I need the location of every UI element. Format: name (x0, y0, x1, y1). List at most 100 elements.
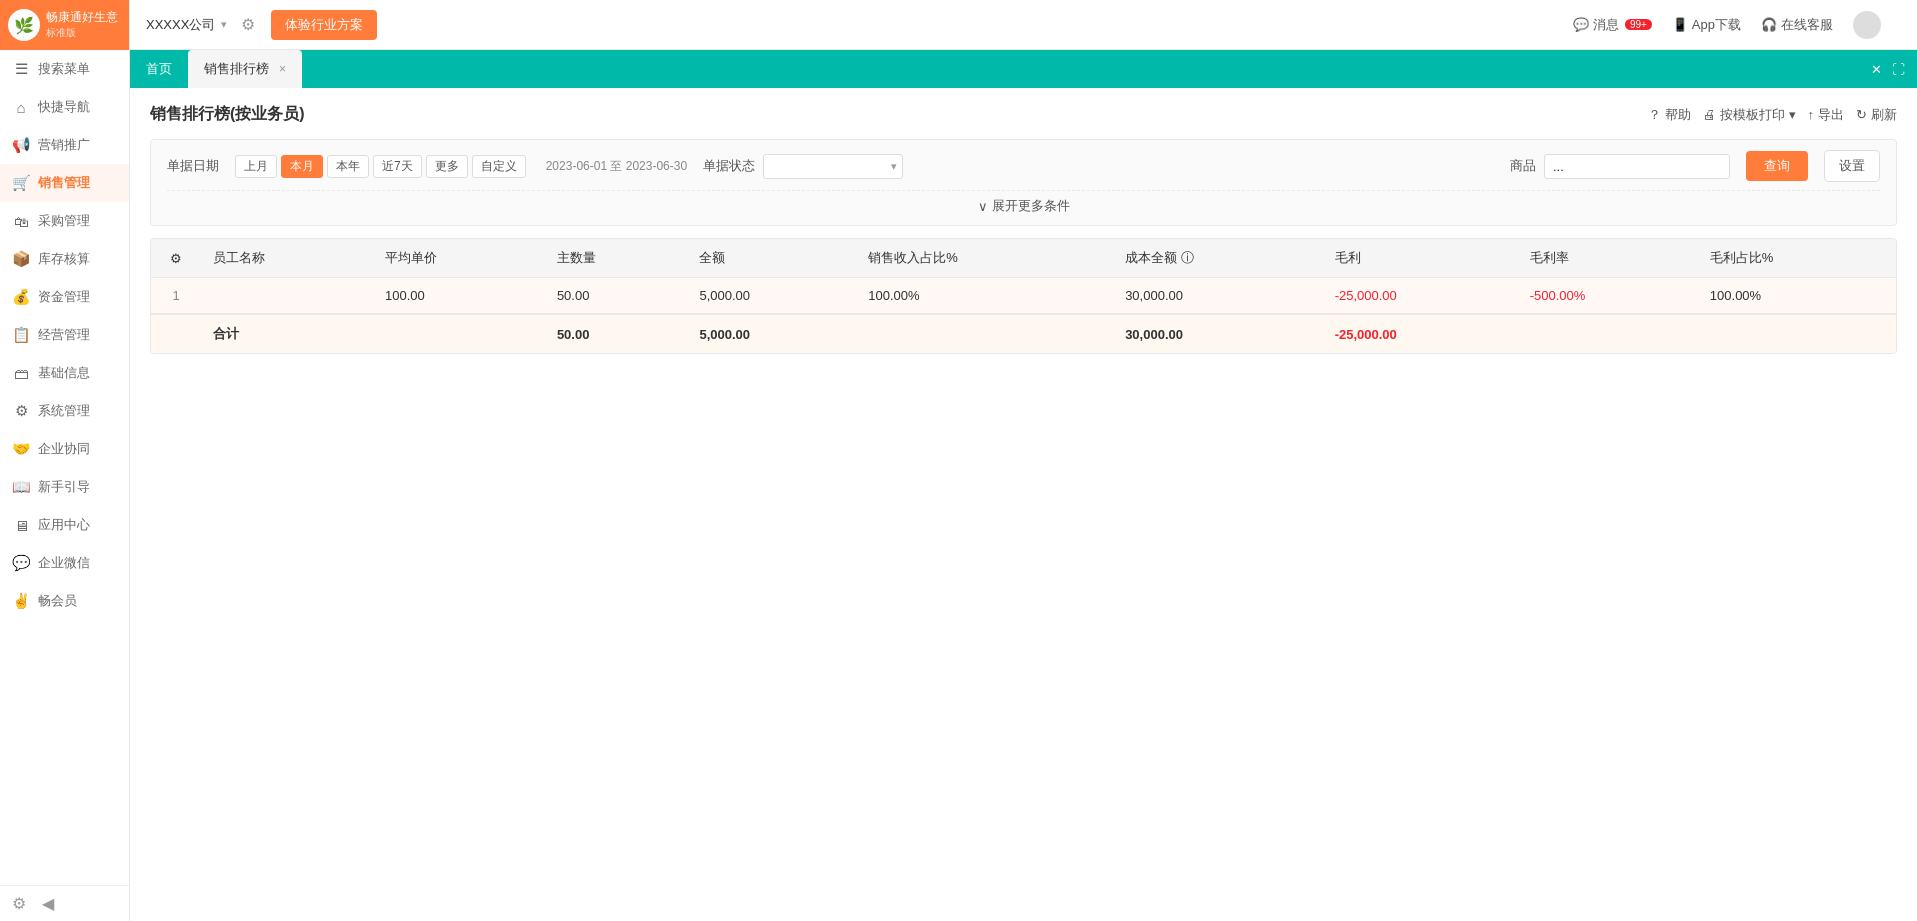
sidebar-item-quick-nav[interactable]: ⌂ 快捷导航 (0, 88, 129, 126)
footer-cell-5 (856, 314, 1113, 353)
content-area: 销售排行榜(按业务员) ？ 帮助 🖨 按模板打印 ▾ ↑ 导出 (130, 88, 1917, 921)
app-download-btn[interactable]: 📱 App下载 (1672, 16, 1741, 34)
app-version: 标准版 (46, 26, 118, 40)
sidebar-item-apps[interactable]: 🖥 应用中心 (0, 506, 129, 544)
tab-bar: 首页 销售排行榜 × ✕ ⛶ (130, 50, 1917, 88)
print-btn[interactable]: 🖨 按模板打印 ▾ (1703, 106, 1796, 124)
col-header-1: 员工名称 (201, 239, 373, 278)
sidebar-label-marketing: 营销推广 (38, 136, 90, 154)
table-header-row: ⚙员工名称平均单价主数量全额销售收入占比%成本全额 ⓘ毛利毛利率毛利占比% (151, 239, 1896, 278)
sidebar-item-system[interactable]: ⚙ 系统管理 (0, 392, 129, 430)
col-header-4: 全额 (687, 239, 856, 278)
date-option-本月[interactable]: 本月 (281, 155, 323, 178)
footer-cell-7: -25,000.00 (1323, 314, 1518, 353)
tab-home-label: 首页 (146, 60, 172, 78)
cell-0-1 (201, 278, 373, 315)
export-btn[interactable]: ↑ 导出 (1808, 106, 1845, 124)
msg-icon: 💬 (1573, 17, 1589, 32)
sidebar-icon-member: ✌ (12, 592, 30, 610)
refresh-btn[interactable]: ↻ 刷新 (1856, 106, 1897, 124)
sidebar-item-sales[interactable]: 🛒 销售管理 (0, 164, 129, 202)
sidebar-item-inventory[interactable]: 📦 库存核算 (0, 240, 129, 278)
msg-label: 消息 (1593, 16, 1619, 34)
sidebar-icon-basics: 🗃 (12, 365, 30, 382)
table-footer-row: 合计50.005,000.0030,000.00-25,000.00 (151, 314, 1896, 353)
date-option-上月[interactable]: 上月 (235, 155, 277, 178)
sidebar-icon-marketing: 📢 (12, 136, 30, 154)
sidebar-item-purchase[interactable]: 🛍 采购管理 (0, 202, 129, 240)
avatar[interactable] (1853, 11, 1881, 39)
refresh-label: 刷新 (1871, 106, 1897, 124)
sidebar-item-wechat[interactable]: 💬 企业微信 (0, 544, 129, 582)
service-icon: 🎧 (1761, 17, 1777, 32)
sidebar-item-business[interactable]: 📋 经营管理 (0, 316, 129, 354)
sidebar-label-quick-nav: 快捷导航 (38, 98, 90, 116)
filter-expand-btn[interactable]: ∨ 展开更多条件 (167, 190, 1880, 215)
col-settings-icon[interactable]: ⚙ (170, 251, 182, 266)
sidebar-item-enterprise[interactable]: 🤝 企业协同 (0, 430, 129, 468)
sidebar-icon-funds: 💰 (12, 288, 30, 306)
messages-btn[interactable]: 💬 消息 99+ (1573, 16, 1652, 34)
export-label: 导出 (1818, 106, 1844, 124)
sidebar-item-funds[interactable]: 💰 资金管理 (0, 278, 129, 316)
date-option-近7天[interactable]: 近7天 (373, 155, 422, 178)
date-option-更多[interactable]: 更多 (426, 155, 468, 178)
app-name: 畅康通好生意 (46, 10, 118, 26)
query-button[interactable]: 查询 (1746, 151, 1808, 181)
help-btn[interactable]: ？ 帮助 (1648, 106, 1691, 124)
topbar-right: 💬 消息 99+ 📱 App下载 🎧 在线客服 (1573, 11, 1901, 39)
cell-0-4: 5,000.00 (687, 278, 856, 315)
topbar-settings-icon[interactable]: ⚙ (241, 15, 255, 34)
footer-cell-0 (151, 314, 201, 353)
sidebar-icon-inventory: 📦 (12, 250, 30, 268)
page: 销售排行榜(按业务员) ？ 帮助 🖨 按模板打印 ▾ ↑ 导出 (130, 88, 1917, 921)
sidebar-label-member: 畅会员 (38, 592, 77, 610)
date-options: 上月本月本年近7天更多自定义 (235, 155, 526, 178)
sidebar-item-search[interactable]: ☰ 搜索菜单 (0, 50, 129, 88)
cell-0-2: 100.00 (373, 278, 545, 315)
data-table-wrap: ⚙员工名称平均单价主数量全额销售收入占比%成本全额 ⓘ毛利毛利率毛利占比% 11… (150, 238, 1897, 354)
company-selector[interactable]: XXXXX公司 ▾ (146, 16, 227, 34)
online-service-btn[interactable]: 🎧 在线客服 (1761, 16, 1833, 34)
goods-input[interactable] (1544, 154, 1730, 179)
status-select[interactable]: 已确认 草稿 (763, 154, 903, 179)
sidebar-icon-business: 📋 (12, 326, 30, 344)
cell-0-5: 100.00% (856, 278, 1113, 315)
sidebar-item-member[interactable]: ✌ 畅会员 (0, 582, 129, 620)
cell-0-0: 1 (151, 278, 201, 315)
sidebar-icon-apps: 🖥 (12, 517, 30, 534)
collapse-icon[interactable]: ◀ (42, 894, 54, 913)
tab-expand-icon[interactable]: ⛶ (1892, 62, 1905, 77)
company-arrow-icon: ▾ (221, 18, 227, 31)
tab-sales-ranking[interactable]: 销售排行榜 × (188, 50, 302, 88)
cell-0-8: -500.00% (1518, 278, 1698, 315)
cell-0-6: 30,000.00 (1113, 278, 1323, 315)
sidebar-item-basics[interactable]: 🗃 基础信息 (0, 354, 129, 392)
trial-button[interactable]: 体验行业方案 (271, 10, 377, 40)
sidebar-icon-quick-nav: ⌂ (12, 99, 30, 116)
sidebar-label-guide: 新手引导 (38, 478, 90, 496)
sidebar-item-guide[interactable]: 📖 新手引导 (0, 468, 129, 506)
col-header-8: 毛利率 (1518, 239, 1698, 278)
sidebar-icon-wechat: 💬 (12, 554, 30, 572)
topbar: XXXXX公司 ▾ ⚙ 体验行业方案 💬 消息 99+ 📱 App下载 🎧 在线… (130, 0, 1917, 50)
date-option-自定义[interactable]: 自定义 (472, 155, 526, 178)
tab-home[interactable]: 首页 (130, 50, 188, 88)
sidebar-label-business: 经营管理 (38, 326, 90, 344)
company-name: XXXXX公司 (146, 16, 215, 34)
date-option-本年[interactable]: 本年 (327, 155, 369, 178)
sidebar-icon-sales: 🛒 (12, 174, 30, 192)
status-select-container: 已确认 草稿 (763, 154, 903, 179)
data-table: ⚙员工名称平均单价主数量全额销售收入占比%成本全额 ⓘ毛利毛利率毛利占比% 11… (151, 239, 1896, 353)
sidebar-item-marketing[interactable]: 📢 营销推广 (0, 126, 129, 164)
settings-bottom-icon[interactable]: ⚙ (12, 894, 26, 913)
footer-cell-8 (1518, 314, 1698, 353)
sidebar-label-system: 系统管理 (38, 402, 90, 420)
export-icon: ↑ (1808, 107, 1815, 122)
tab-close-window-icon[interactable]: ✕ (1871, 62, 1882, 77)
footer-cell-6: 30,000.00 (1113, 314, 1323, 353)
tab-close-icon[interactable]: × (279, 62, 286, 76)
print-arrow-icon: ▾ (1789, 107, 1796, 122)
settings-button[interactable]: 设置 (1824, 150, 1880, 182)
sidebar-icon-search: ☰ (12, 60, 30, 78)
